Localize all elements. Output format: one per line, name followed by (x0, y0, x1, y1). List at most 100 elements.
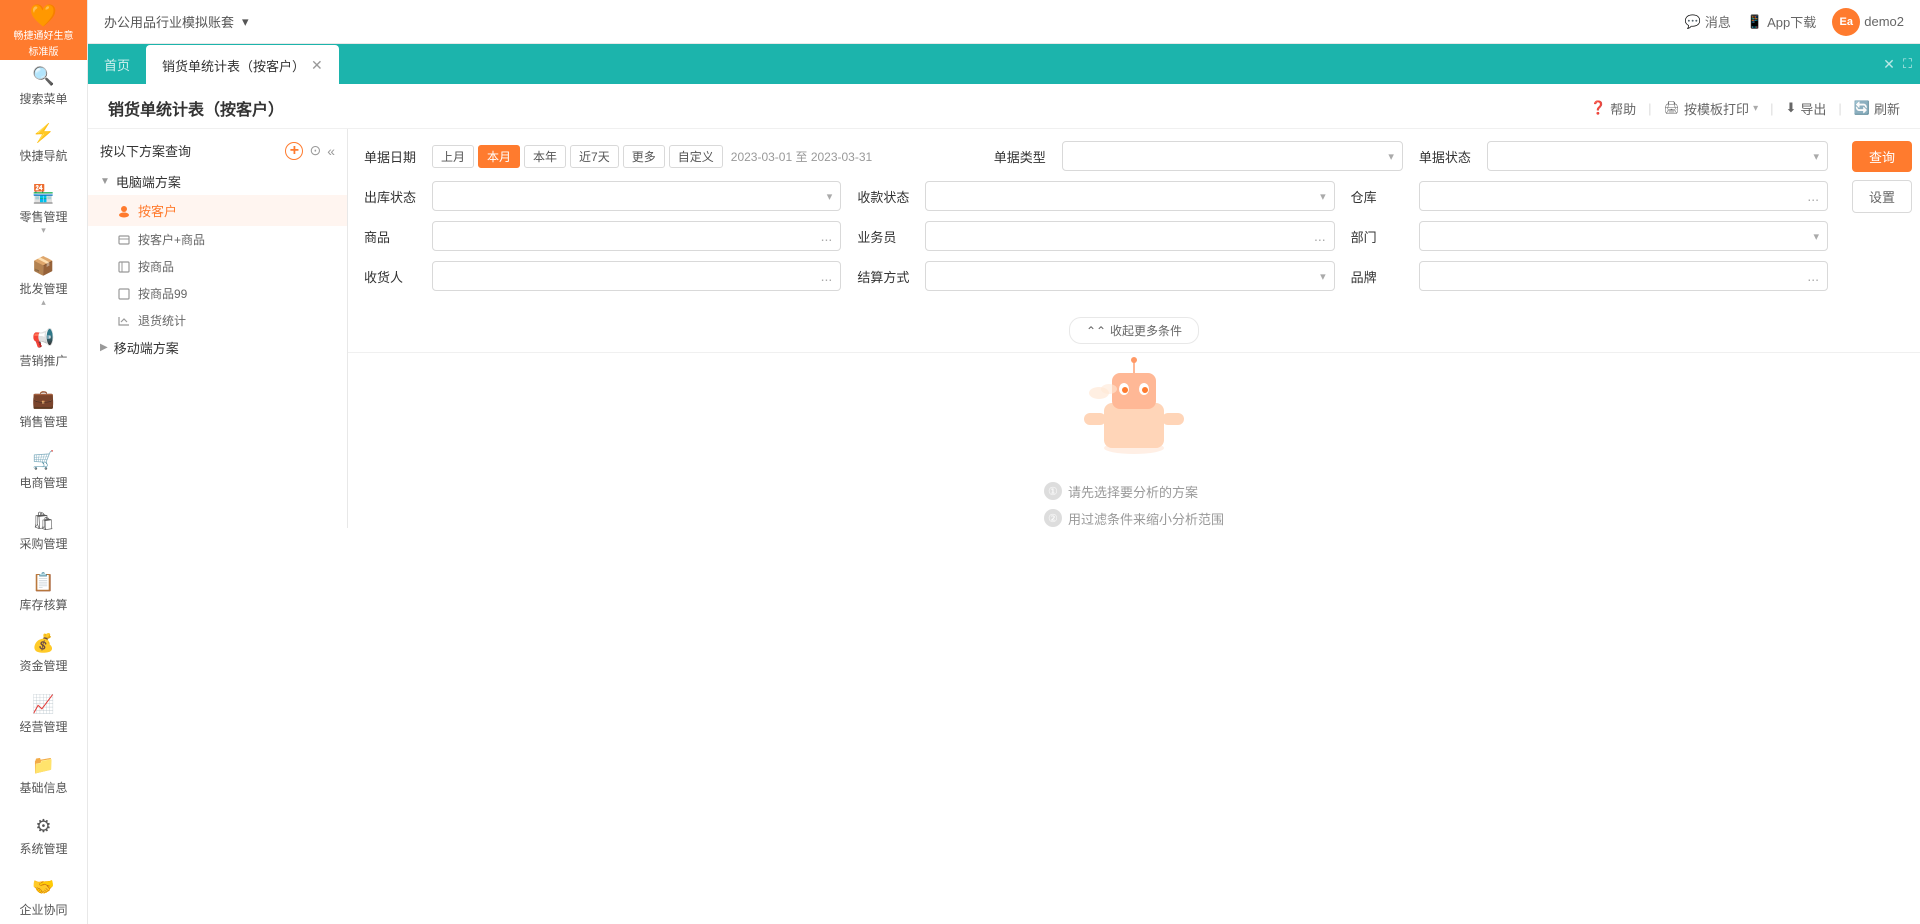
query-button[interactable]: 查询 (1852, 141, 1912, 172)
department-label: 部门 (1351, 227, 1411, 246)
collapse-button[interactable]: ⌃⌃ 收起更多条件 (1069, 317, 1199, 344)
scheme-item-goods99[interactable]: 按商品99 (88, 280, 347, 307)
receiver-label: 收货人 (364, 267, 424, 286)
customer-goods-scheme-icon (116, 232, 132, 248)
settings-button[interactable]: 设置 (1852, 180, 1912, 213)
tip-num-2: ② (1044, 509, 1062, 527)
message-icon: 💬 (1685, 14, 1701, 30)
sidebar-item-basic[interactable]: 📁 基础信息 (0, 745, 87, 806)
ecommerce-icon: 🛒 (32, 450, 54, 471)
sidebar-item-ecommerce[interactable]: 🛒 电商管理 (0, 440, 87, 501)
sidebar-item-operation[interactable]: 📈 经营管理 (0, 684, 87, 745)
order-status-select[interactable]: ▾ (1487, 141, 1828, 171)
scheme-item-by-customer[interactable]: 按客户 (88, 195, 347, 226)
sidebar-item-marketing[interactable]: 📢 营销推广 (0, 318, 87, 379)
scheme-group-mobile-title[interactable]: ▶ 移动端方案 (88, 334, 347, 361)
page-actions: ❓ 帮助 | 🖨 按模板打印 ▾ | ⬇ 导出 | 🔄 刷新 (1590, 99, 1900, 118)
sidebar-item-retail[interactable]: 🏪 零售管理 ▾ (0, 174, 87, 246)
brand-input[interactable]: ... (1419, 261, 1828, 291)
divider2: | (1770, 101, 1773, 116)
tab-minimize-icon[interactable]: ✕ (1883, 56, 1895, 73)
department-field: 部门 ▾ (1351, 221, 1828, 251)
sidebar-item-wholesale[interactable]: 📦 批发管理 ▴ (0, 246, 87, 318)
sidebar-item-quicknav[interactable]: ⚡ 快捷导航 (0, 113, 87, 174)
department-select[interactable]: ▾ (1419, 221, 1828, 251)
page-title: 销货单统计表（按客户） (108, 96, 284, 120)
sidebar-item-sales[interactable]: 💼 销售管理 (0, 379, 87, 440)
warehouse-field: 仓库 ... (1351, 181, 1828, 211)
receiver-input[interactable]: ... (432, 261, 841, 291)
app-download-button[interactable]: 📱 App下载 (1747, 12, 1816, 31)
export-button[interactable]: ⬇ 导出 (1785, 99, 1826, 118)
sidebar-item-purchase[interactable]: 🛍 采购管理 (0, 501, 87, 562)
sidebar-item-search[interactable]: 🔍 搜索菜单 (0, 60, 87, 113)
scheme-item-returns[interactable]: 退货统计 (88, 307, 347, 334)
date-filter: 单据日期 上月 本月 本年 近7天 更多 自定义 (364, 145, 978, 168)
divider1: | (1648, 101, 1651, 116)
payment-label: 结算方式 (857, 267, 917, 286)
sidebar-search-label: 搜索菜单 (19, 90, 67, 107)
sidebar-item-system[interactable]: ⚙ 系统管理 (0, 806, 87, 867)
scheme-group-desktop-title[interactable]: ▼ 电脑端方案 (88, 168, 347, 195)
scheme-item-goods[interactable]: 按商品 (88, 253, 347, 280)
help-button[interactable]: ❓ 帮助 (1590, 99, 1636, 118)
scheme-add-icon[interactable]: + (285, 142, 303, 160)
sidebar-item-finance[interactable]: 💰 资金管理 (0, 623, 87, 684)
order-type-label: 单据类型 (994, 147, 1054, 166)
topbar-dropdown-icon[interactable]: ▾ (242, 14, 249, 30)
order-type-select[interactable]: ▾ (1062, 141, 1403, 171)
retail-icon: 🏪 (32, 184, 54, 205)
payment-chevron-icon: ▾ (1320, 270, 1326, 283)
logo-sub: 标准版 (29, 43, 59, 58)
content-area: 销货单统计表（按客户） ❓ 帮助 | 🖨 按模板打印 ▾ | ⬇ 导出 | (88, 84, 1920, 924)
scheme-item-customer-label: 按客户 (138, 201, 177, 220)
empty-tip-2: ② 用过滤条件来缩小分析范围 (1044, 509, 1224, 528)
order-status-label: 单据状态 (1419, 147, 1479, 166)
print-button[interactable]: 🖨 按模板打印 ▾ (1664, 99, 1759, 118)
salesman-field: 业务员 ... (857, 221, 1334, 251)
out-status-select[interactable]: ▾ (432, 181, 841, 211)
date-btn-last-month[interactable]: 上月 (432, 145, 474, 168)
scheme-panel: 按以下方案查询 + ⊙ « ▼ 电脑端方案 (88, 129, 348, 528)
tab-sales-report[interactable]: 销货单统计表（按客户） ✕ (146, 45, 339, 85)
warehouse-label: 仓库 (1351, 187, 1411, 206)
scheme-group-desktop: ▼ 电脑端方案 按客户 (88, 168, 347, 334)
print-label: 按模板打印 (1684, 99, 1749, 118)
customer-scheme-icon (116, 203, 132, 219)
scheme-settings-icon[interactable]: ⊙ (309, 142, 321, 159)
payment-select[interactable]: ▾ (925, 261, 1334, 291)
sidebar-purchase-label: 采购管理 (19, 535, 67, 552)
message-button[interactable]: 💬 消息 (1685, 12, 1731, 31)
refresh-button[interactable]: 🔄 刷新 (1854, 99, 1900, 118)
empty-illustration (1074, 353, 1194, 466)
tab-close-icon[interactable]: ✕ (311, 57, 323, 74)
collection-status-select[interactable]: ▾ (925, 181, 1334, 211)
export-label: 导出 (1800, 99, 1826, 118)
date-btn-more[interactable]: 更多 (623, 145, 665, 168)
tab-expand-icon[interactable]: ⛶ (1903, 56, 1912, 72)
salesman-input[interactable]: ... (925, 221, 1334, 251)
tab-home[interactable]: 首页 (88, 44, 146, 84)
chevron-up-icon: ▴ (41, 297, 46, 308)
topbar: 办公用品行业模拟账套 ▾ 💬 消息 📱 App下载 Ea demo2 (88, 0, 1920, 44)
scheme-item-goods99-label: 按商品99 (138, 285, 187, 302)
sidebar-sales-label: 销售管理 (19, 413, 67, 430)
scheme-collapse-icon[interactable]: « (327, 143, 335, 159)
collapse-row: ⌃⌃ 收起更多条件 (348, 313, 1920, 352)
date-btn-this-month[interactable]: 本月 (478, 145, 520, 168)
warehouse-input[interactable]: ... (1419, 181, 1828, 211)
order-type-chevron-icon: ▾ (1388, 150, 1394, 163)
collection-status-field: 收款状态 ▾ (857, 181, 1334, 211)
date-btn-7days[interactable]: 近7天 (570, 145, 619, 168)
scheme-item-customer-goods[interactable]: 按客户+商品 (88, 226, 347, 253)
sidebar-item-inventory[interactable]: 📋 库存核算 (0, 562, 87, 623)
out-status-field: 出库状态 ▾ (364, 181, 841, 211)
date-btn-this-year[interactable]: 本年 (524, 145, 566, 168)
help-label: 帮助 (1610, 99, 1636, 118)
date-btn-custom[interactable]: 自定义 (669, 145, 723, 168)
goods-input[interactable]: ... (432, 221, 841, 251)
system-icon: ⚙ (35, 816, 51, 837)
sidebar-item-enterprise[interactable]: 🤝 企业协同 (0, 867, 87, 924)
page-header: 销货单统计表（按客户） ❓ 帮助 | 🖨 按模板打印 ▾ | ⬇ 导出 | (88, 84, 1920, 129)
user-menu[interactable]: Ea demo2 (1832, 8, 1904, 36)
